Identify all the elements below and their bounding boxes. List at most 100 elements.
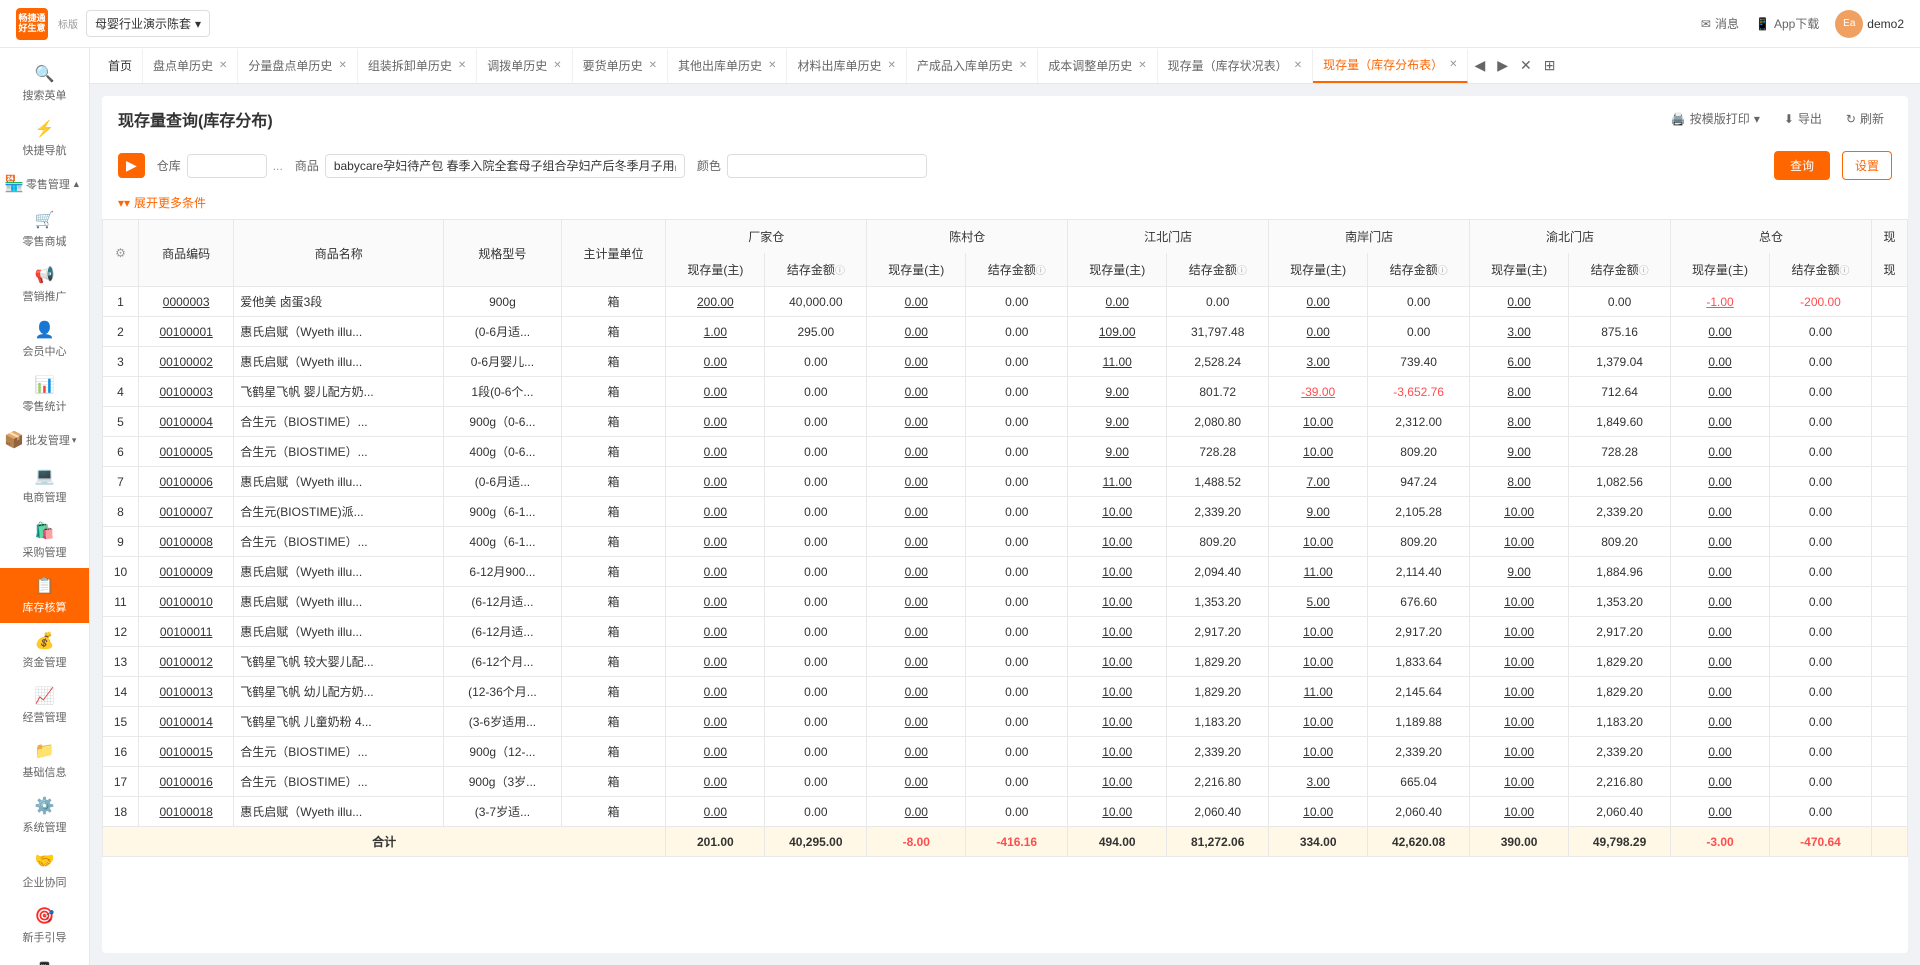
message-btn[interactable]: ✉ 消息 (1701, 15, 1739, 32)
product-code-link[interactable]: 00100004 (159, 415, 212, 429)
product-code-link[interactable]: 00100008 (159, 535, 212, 549)
cell-yubeibei-amount: 728.28 (1569, 437, 1671, 467)
export-btn[interactable]: ⬇ 导出 (1776, 106, 1830, 131)
cell-total-amount: 0.00 (1770, 377, 1872, 407)
cell-jiangbei-amount: 728.28 (1167, 437, 1269, 467)
tab-cost-adjust[interactable]: 成本调整单历史 ✕ (1038, 49, 1157, 83)
product-code-link[interactable]: 00100005 (159, 445, 212, 459)
product-input[interactable] (325, 154, 685, 178)
sidebar-item-marketing[interactable]: 📢 营销推广 (0, 257, 89, 312)
tab-expand-btn[interactable]: ⊞ (1538, 57, 1562, 74)
sidebar-item-ecommerce[interactable]: 💻 电商管理 (0, 458, 89, 513)
product-code-link[interactable]: 00100007 (159, 505, 212, 519)
expand-arrow-btn[interactable]: ▶ (118, 153, 145, 178)
color-input[interactable] (727, 154, 927, 178)
refresh-btn[interactable]: ↻ 刷新 (1838, 106, 1892, 131)
sidebar-item-app-center[interactable]: 📱 应用中心 (0, 953, 89, 965)
warehouse-input[interactable] (187, 154, 267, 178)
th-gear[interactable]: ⚙ (103, 220, 139, 287)
product-code-link[interactable]: 00100014 (159, 715, 212, 729)
tab-material-out[interactable]: 材料出库单历史 ✕ (787, 49, 906, 83)
expand-more-btn[interactable]: ▾▾ 展开更多条件 (118, 194, 206, 211)
tab-stock-dist[interactable]: 现存量（库存分布表） ✕ (1313, 49, 1468, 83)
tab-combo-disassemble[interactable]: 组装拆卸单历史 ✕ (358, 49, 477, 83)
tab-close-icon[interactable]: ✕ (1019, 60, 1027, 71)
sidebar-item-member[interactable]: 👤 会员中心 (0, 312, 89, 367)
product-code-link[interactable]: 00100015 (159, 745, 212, 759)
cell-nanan-amount: 2,145.64 (1368, 677, 1470, 707)
tab-close-icon[interactable]: ✕ (768, 60, 776, 71)
settings-button[interactable]: 设置 (1842, 151, 1892, 180)
product-code-link[interactable]: 00100002 (159, 355, 212, 369)
sidebar-item-enterprise[interactable]: 🤝 企业协同 (0, 843, 89, 898)
tab-production-in[interactable]: 产成品入库单历史 ✕ (907, 49, 1038, 83)
product-code-link[interactable]: 00100013 (159, 685, 212, 699)
tab-close-icon[interactable]: ✕ (649, 60, 657, 71)
product-code-link[interactable]: 00100003 (159, 385, 212, 399)
tab-close-icon[interactable]: ✕ (1138, 60, 1146, 71)
product-code-link[interactable]: 00100011 (160, 625, 213, 639)
cell-extra (1871, 347, 1907, 377)
tab-order-demand[interactable]: 要货单历史 ✕ (573, 49, 668, 83)
tab-other-out[interactable]: 其他出库单历史 ✕ (668, 49, 787, 83)
cell-chenlu-amount: 0.00 (966, 287, 1068, 317)
cell-nanan-stock: -39.00 (1269, 377, 1368, 407)
sidebar-item-operations[interactable]: 📈 经营管理 (0, 678, 89, 733)
cell-factory-stock: 0.00 (666, 737, 765, 767)
app-download-btn[interactable]: 📱 App下载 (1755, 15, 1819, 32)
tab-close-icon[interactable]: ✕ (553, 60, 561, 71)
sidebar-item-retail[interactable]: 🏪 零售管理 ▲ (0, 166, 89, 202)
product-code-link[interactable]: 00100018 (159, 805, 212, 819)
tab-stock-status[interactable]: 现存量（库存状况表） ✕ (1158, 49, 1313, 83)
gear-icon[interactable]: ⚙ (115, 246, 126, 260)
sidebar-item-wholesale[interactable]: 📦 批发管理 ▾ (0, 422, 89, 458)
tab-next-btn[interactable]: ▶ (1491, 57, 1514, 74)
sidebar-item-inventory[interactable]: 📋 库存核算 (0, 568, 89, 623)
tab-close-icon[interactable]: ✕ (1449, 59, 1457, 70)
product-code-link[interactable]: 00100001 (159, 325, 212, 339)
tab-prev-btn[interactable]: ◀ (1468, 57, 1491, 74)
product-code-link[interactable]: 00100012 (159, 655, 212, 669)
cell-unit: 箱 (561, 347, 666, 377)
sidebar-item-guide[interactable]: 🎯 新手引导 (0, 898, 89, 953)
th-chenlu-warehouse: 陈村仓 (867, 220, 1068, 254)
sidebar-item-search[interactable]: 🔍 搜索英单 (0, 56, 89, 111)
table-row: 14 00100013 飞鹤星飞帆 幼儿配方奶... (12-36个月... 箱… (103, 677, 1908, 707)
query-button[interactable]: 查询 (1774, 151, 1830, 180)
logo-icon: 畅捷通好生意 (16, 8, 48, 40)
tab-close-all-btn[interactable]: ✕ (1514, 57, 1538, 74)
tab-inventory-count[interactable]: 盘点单历史 ✕ (143, 49, 238, 83)
cell-code: 00100003 (139, 377, 234, 407)
sidebar-item-finance[interactable]: 💰 资金管理 (0, 623, 89, 678)
sidebar-item-retail-stats[interactable]: 📊 零售统计 (0, 367, 89, 422)
print-btn[interactable]: 🖨️ 按模版打印 ▾ (1663, 106, 1768, 131)
product-code-link[interactable]: 00100016 (159, 775, 212, 789)
tab-close-icon[interactable]: ✕ (887, 60, 895, 71)
sidebar-item-retail-mall[interactable]: 🛒 零售商城 (0, 202, 89, 257)
sidebar-item-shortcut[interactable]: ⚡ 快捷导航 (0, 111, 89, 166)
product-code-link[interactable]: 0000003 (163, 295, 210, 309)
tab-close-icon[interactable]: ✕ (458, 60, 466, 71)
cell-total-stock: 0.00 (1671, 767, 1770, 797)
tab-label: 要货单历史 (583, 57, 643, 74)
sidebar-item-purchase[interactable]: 🛍️ 采购管理 (0, 513, 89, 568)
cell-chenlu-stock: 0.00 (867, 317, 966, 347)
cell-total-amount: -200.00 (1770, 287, 1872, 317)
product-code-link[interactable]: 00100006 (159, 475, 212, 489)
sidebar-item-system[interactable]: ⚙️ 系统管理 (0, 788, 89, 843)
sidebar-item-basics[interactable]: 📁 基础信息 (0, 733, 89, 788)
tab-close-icon[interactable]: ✕ (1294, 60, 1302, 71)
tab-close-icon[interactable]: ✕ (338, 60, 346, 71)
cell-code: 00100012 (139, 647, 234, 677)
tab-transfer[interactable]: 调拨单历史 ✕ (477, 49, 572, 83)
tab-inventory-count2[interactable]: 分量盘点单历史 ✕ (238, 49, 357, 83)
product-code-link[interactable]: 00100010 (159, 595, 212, 609)
company-selector[interactable]: 母婴行业演示陈套 ▾ (86, 10, 210, 37)
product-code-link[interactable]: 00100009 (159, 565, 212, 579)
tab-home[interactable]: 首页 (98, 49, 143, 83)
color-label: 颜色 (697, 157, 721, 174)
cell-total-amount: 0.00 (1770, 527, 1872, 557)
user-area[interactable]: Ea demo2 (1835, 10, 1904, 38)
tab-label: 成本调整单历史 (1048, 57, 1132, 74)
tab-close-icon[interactable]: ✕ (219, 60, 227, 71)
